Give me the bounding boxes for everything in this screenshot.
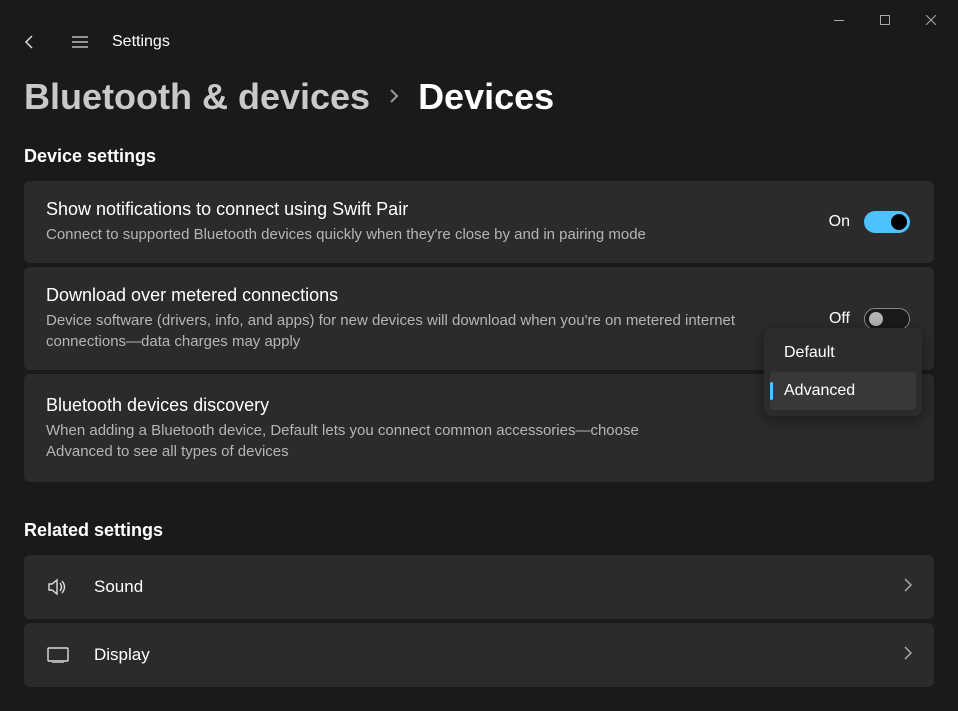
related-display[interactable]: Display [24, 623, 934, 687]
back-button[interactable] [12, 24, 48, 60]
discovery-dropdown-flyout: Default Advanced [764, 328, 922, 416]
sound-icon [46, 575, 70, 599]
toggle-state-label: On [829, 213, 850, 231]
related-sound[interactable]: Sound [24, 555, 934, 619]
chevron-right-icon [904, 646, 912, 665]
chevron-right-icon [904, 578, 912, 597]
metered-toggle[interactable] [864, 308, 910, 330]
setting-title: Download over metered connections [46, 285, 813, 306]
setting-description: When adding a Bluetooth device, Default … [46, 420, 706, 462]
swift-pair-toggle[interactable] [864, 211, 910, 233]
toggle-state-label: Off [829, 310, 850, 328]
breadcrumb-current: Devices [418, 76, 554, 118]
setting-description: Connect to supported Bluetooth devices q… [46, 224, 813, 245]
setting-title: Show notifications to connect using Swif… [46, 199, 813, 220]
related-label: Sound [94, 577, 880, 597]
chevron-right-icon [388, 84, 400, 110]
menu-button[interactable] [62, 24, 98, 60]
dropdown-option-default[interactable]: Default [770, 334, 916, 372]
maximize-button[interactable] [862, 4, 908, 36]
section-heading-related: Related settings [24, 520, 934, 541]
breadcrumb: Bluetooth & devices Devices [24, 76, 934, 118]
setting-title: Bluetooth devices discovery [46, 395, 706, 416]
setting-swift-pair: Show notifications to connect using Swif… [24, 181, 934, 263]
section-heading-device-settings: Device settings [24, 146, 934, 167]
minimize-button[interactable] [816, 4, 862, 36]
app-header: Settings [0, 26, 958, 58]
related-label: Display [94, 645, 880, 665]
setting-discovery: Bluetooth devices discovery When adding … [24, 374, 934, 482]
setting-description: Device software (drivers, info, and apps… [46, 310, 813, 352]
display-icon [46, 643, 70, 667]
dropdown-option-advanced[interactable]: Advanced [770, 372, 916, 410]
breadcrumb-parent[interactable]: Bluetooth & devices [24, 76, 370, 118]
close-button[interactable] [908, 4, 954, 36]
app-title: Settings [112, 33, 170, 51]
